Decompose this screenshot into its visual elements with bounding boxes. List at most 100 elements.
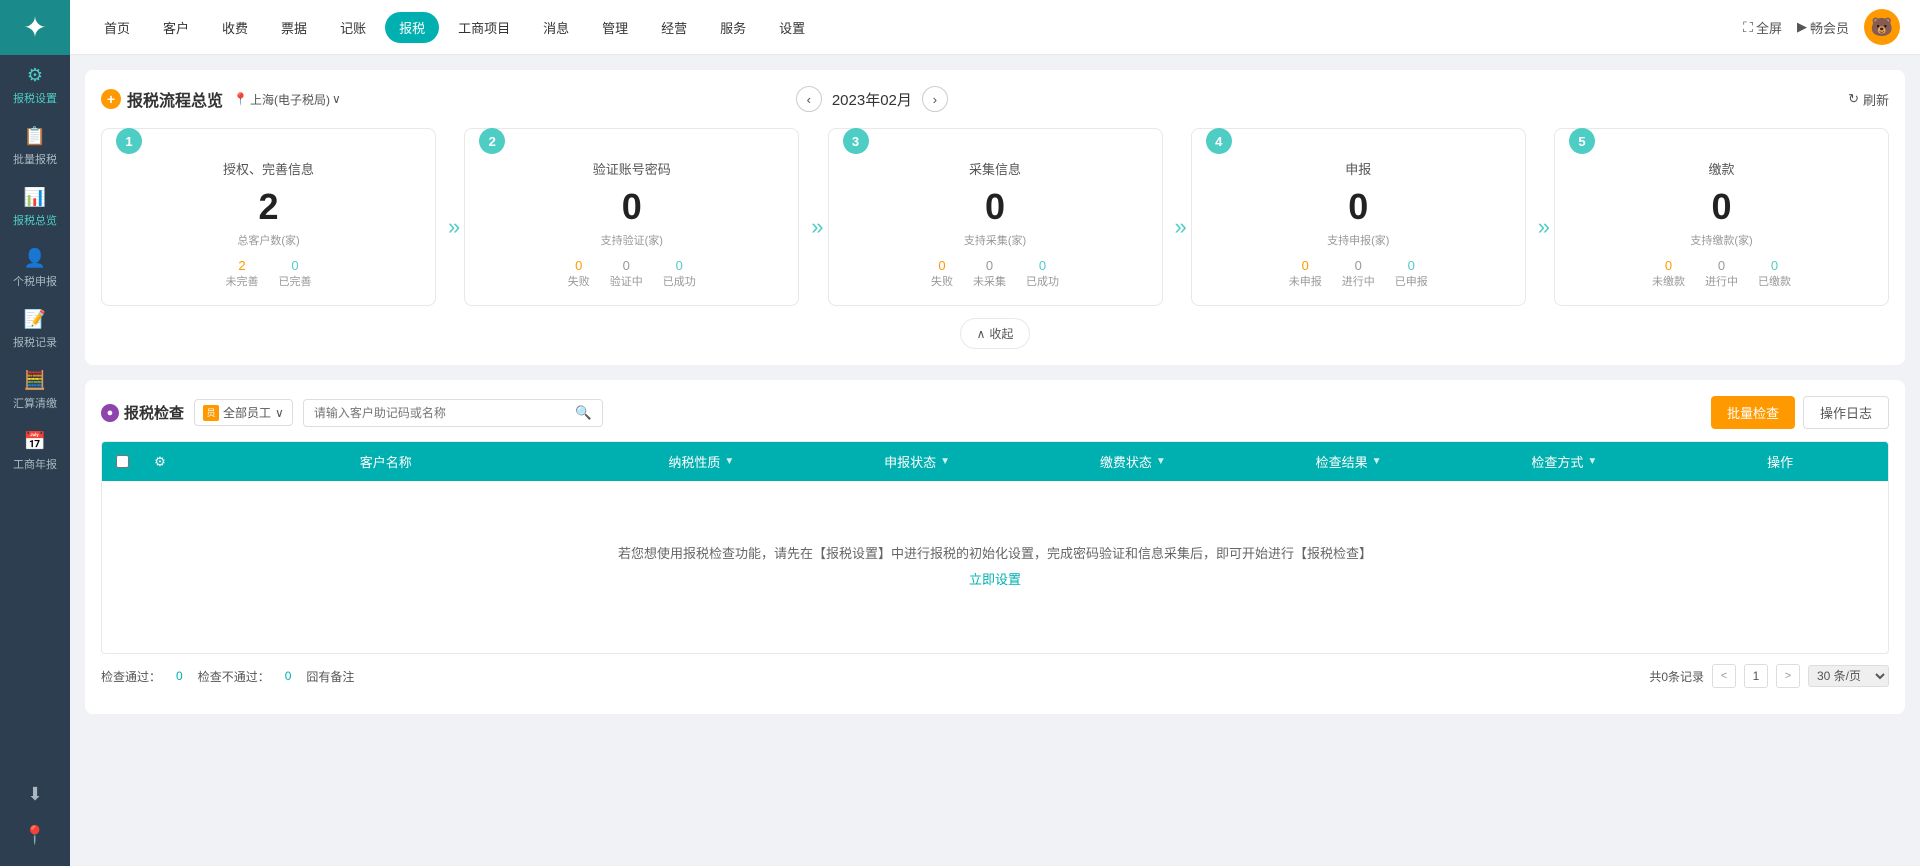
sidebar-item-personal-tax[interactable]: 👤 个税申报 bbox=[0, 238, 70, 299]
month-label: 2023年02月 bbox=[832, 89, 912, 110]
topnav-right: ⛶ 全屏 ▶ 畅会员 🐻 bbox=[1743, 9, 1900, 45]
th-fee-status[interactable]: 缴费状态 ▼ bbox=[1025, 442, 1241, 481]
refresh-btn[interactable]: ↻ 刷新 bbox=[1848, 90, 1889, 109]
per-page-select[interactable]: 30 条/页50 条/页100 条/页 bbox=[1808, 665, 1889, 687]
prev-month-btn[interactable]: ‹ bbox=[796, 86, 822, 112]
fail-count[interactable]: 0 bbox=[285, 669, 292, 683]
sidebar-item-download[interactable]: ⬇ bbox=[0, 774, 70, 815]
check-circle-icon: ● bbox=[101, 404, 119, 422]
step-card-3: 3 采集信息 0 支持采集(家) 0 失败 0 未采集 bbox=[828, 128, 1163, 306]
stat-fail-2: 0 失败 bbox=[568, 258, 590, 289]
employee-filter[interactable]: 员 全部员工 ∨ bbox=[194, 399, 293, 426]
sidebar-item-tax-overview[interactable]: 📊 报税总览 bbox=[0, 177, 70, 238]
check-title: ● 报税检查 bbox=[101, 402, 184, 423]
step-title-5: 缴款 bbox=[1571, 159, 1872, 178]
logo[interactable]: ✦ bbox=[0, 0, 70, 55]
month-nav: ‹ 2023年02月 › bbox=[796, 86, 948, 112]
sidebar-item-annual-report[interactable]: 📅 工商年报 bbox=[0, 421, 70, 482]
fullscreen-icon: ⛶ bbox=[1743, 19, 1753, 36]
arrow-3: » bbox=[1171, 214, 1191, 240]
nav-services[interactable]: 服务 bbox=[706, 12, 760, 43]
chevron-up-icon: ∧ bbox=[977, 327, 986, 341]
operation-log-btn[interactable]: 操作日志 bbox=[1803, 396, 1889, 429]
sidebar-item-tax-records[interactable]: 📝 报税记录 bbox=[0, 299, 70, 360]
table-body: 若您想使用报税检查功能，请先在【报税设置】中进行报税的初始化设置，完成密码验证和… bbox=[102, 481, 1888, 653]
step-card-2: 2 验证账号密码 0 支持验证(家) 0 失败 0 验证中 bbox=[464, 128, 799, 306]
stat-in-progress-4: 0 进行中 bbox=[1342, 258, 1375, 289]
step-subtitle-2: 支持验证(家) bbox=[481, 232, 782, 248]
step-card-4: 4 申报 0 支持申报(家) 0 未申报 0 进行中 bbox=[1191, 128, 1526, 306]
stat-verifying-2: 0 验证中 bbox=[610, 258, 643, 289]
filter-icon-5: ▼ bbox=[1587, 456, 1597, 467]
tax-bureau-tag[interactable]: 📍 上海(电子税局) ∨ bbox=[233, 91, 341, 108]
sidebar-item-label: 个税申报 bbox=[13, 273, 57, 289]
filter-icon-4: ▼ bbox=[1372, 456, 1382, 467]
nav-fees[interactable]: 收费 bbox=[208, 12, 262, 43]
member-btn[interactable]: ▶ 畅会员 bbox=[1797, 18, 1849, 37]
step-stats-5: 0 未缴款 0 进行中 0 已缴款 bbox=[1571, 258, 1872, 289]
step-num-1: 1 bbox=[116, 128, 142, 154]
sidebar-item-label: 批量报税 bbox=[13, 151, 57, 167]
footer-right: 共0条记录 < 1 > 30 条/页50 条/页100 条/页 bbox=[1649, 664, 1889, 688]
check-table: ⚙ 客户名称 纳税性质 ▼ 申报状态 ▼ 缴费状态 ▼ bbox=[101, 441, 1889, 654]
th-check-result[interactable]: 检查结果 ▼ bbox=[1241, 442, 1457, 481]
tax-overview-icon: 📊 bbox=[24, 187, 46, 208]
search-input[interactable] bbox=[304, 401, 565, 425]
stat-success-3: 0 已成功 bbox=[1026, 258, 1059, 289]
filter-icon-1: ▼ bbox=[724, 456, 734, 467]
select-all-checkbox[interactable] bbox=[116, 455, 129, 468]
th-declare-status[interactable]: 申报状态 ▼ bbox=[809, 442, 1025, 481]
sidebar-item-settlement[interactable]: 🧮 汇算清缴 bbox=[0, 360, 70, 421]
th-checkbox[interactable] bbox=[102, 442, 142, 481]
step-title-2: 验证账号密码 bbox=[481, 159, 782, 178]
table-header: ⚙ 客户名称 纳税性质 ▼ 申报状态 ▼ 缴费状态 ▼ bbox=[102, 442, 1888, 481]
next-page-btn[interactable]: > bbox=[1776, 664, 1800, 688]
nav-settings[interactable]: 设置 bbox=[765, 12, 819, 43]
step-count-4: 0 bbox=[1208, 186, 1509, 228]
nav-clients[interactable]: 客户 bbox=[149, 12, 203, 43]
nav-management[interactable]: 管理 bbox=[588, 12, 642, 43]
filter-icon-3: ▼ bbox=[1156, 456, 1166, 467]
batch-check-btn[interactable]: 批量检查 bbox=[1711, 396, 1795, 429]
sidebar-item-batch-tax[interactable]: 📋 批量报税 bbox=[0, 116, 70, 177]
next-month-btn[interactable]: › bbox=[922, 86, 948, 112]
tax-records-icon: 📝 bbox=[24, 309, 46, 330]
plus-icon: + bbox=[101, 89, 121, 109]
filter-icon-2: ▼ bbox=[940, 456, 950, 467]
nav-home[interactable]: 首页 bbox=[90, 12, 144, 43]
first-page-btn[interactable]: < bbox=[1712, 664, 1736, 688]
step-count-2: 0 bbox=[481, 186, 782, 228]
nav-accounting[interactable]: 记账 bbox=[326, 12, 380, 43]
pass-count[interactable]: 0 bbox=[176, 669, 183, 683]
sidebar: ✦ ⚙ 报税设置 📋 批量报税 📊 报税总览 👤 个税申报 📝 报税记录 🧮 汇… bbox=[0, 0, 70, 866]
step-stats-2: 0 失败 0 验证中 0 已成功 bbox=[481, 258, 782, 289]
nav-operations[interactable]: 经营 bbox=[647, 12, 701, 43]
nav-bizprojects[interactable]: 工商项目 bbox=[444, 12, 524, 43]
step-stats-1: 2 未完善 0 已完善 bbox=[118, 258, 419, 289]
nav-invoices[interactable]: 票据 bbox=[267, 12, 321, 43]
search-btn[interactable]: 🔍 bbox=[565, 400, 602, 426]
overview-panel: + 报税流程总览 📍 上海(电子税局) ∨ ‹ 2023年02月 › ↻ 刷新 bbox=[85, 70, 1905, 365]
chevron-down-icon: ∨ bbox=[332, 92, 341, 106]
collapse-btn[interactable]: ∧ 收起 bbox=[960, 318, 1031, 349]
stat-fail-3: 0 失败 bbox=[931, 258, 953, 289]
nav-messages[interactable]: 消息 bbox=[529, 12, 583, 43]
setup-link[interactable]: 立即设置 bbox=[969, 572, 1021, 587]
th-gear[interactable]: ⚙ bbox=[142, 442, 178, 481]
step-title-4: 申报 bbox=[1208, 159, 1509, 178]
location-small-icon: 📍 bbox=[233, 92, 248, 106]
table-empty-message: 若您想使用报税检查功能，请先在【报税设置】中进行报税的初始化设置，完成密码验证和… bbox=[102, 481, 1888, 653]
sidebar-item-location[interactable]: 📍 bbox=[0, 815, 70, 856]
nav-tax[interactable]: 报税 bbox=[385, 12, 439, 43]
step-num-4: 4 bbox=[1206, 128, 1232, 154]
annual-report-icon: 📅 bbox=[24, 431, 46, 452]
th-check-method[interactable]: 检查方式 ▼ bbox=[1457, 442, 1673, 481]
sidebar-item-tax-settings[interactable]: ⚙ 报税设置 bbox=[0, 55, 70, 116]
step-num-5: 5 bbox=[1569, 128, 1595, 154]
fullscreen-btn[interactable]: ⛶ 全屏 bbox=[1743, 18, 1782, 37]
th-tax-type[interactable]: 纳税性质 ▼ bbox=[594, 442, 810, 481]
content-area: + 报税流程总览 📍 上海(电子税局) ∨ ‹ 2023年02月 › ↻ 刷新 bbox=[70, 55, 1920, 866]
batch-tax-icon: 📋 bbox=[24, 126, 46, 147]
stat-success-2: 0 已成功 bbox=[663, 258, 696, 289]
mascot-avatar[interactable]: 🐻 bbox=[1864, 9, 1900, 45]
